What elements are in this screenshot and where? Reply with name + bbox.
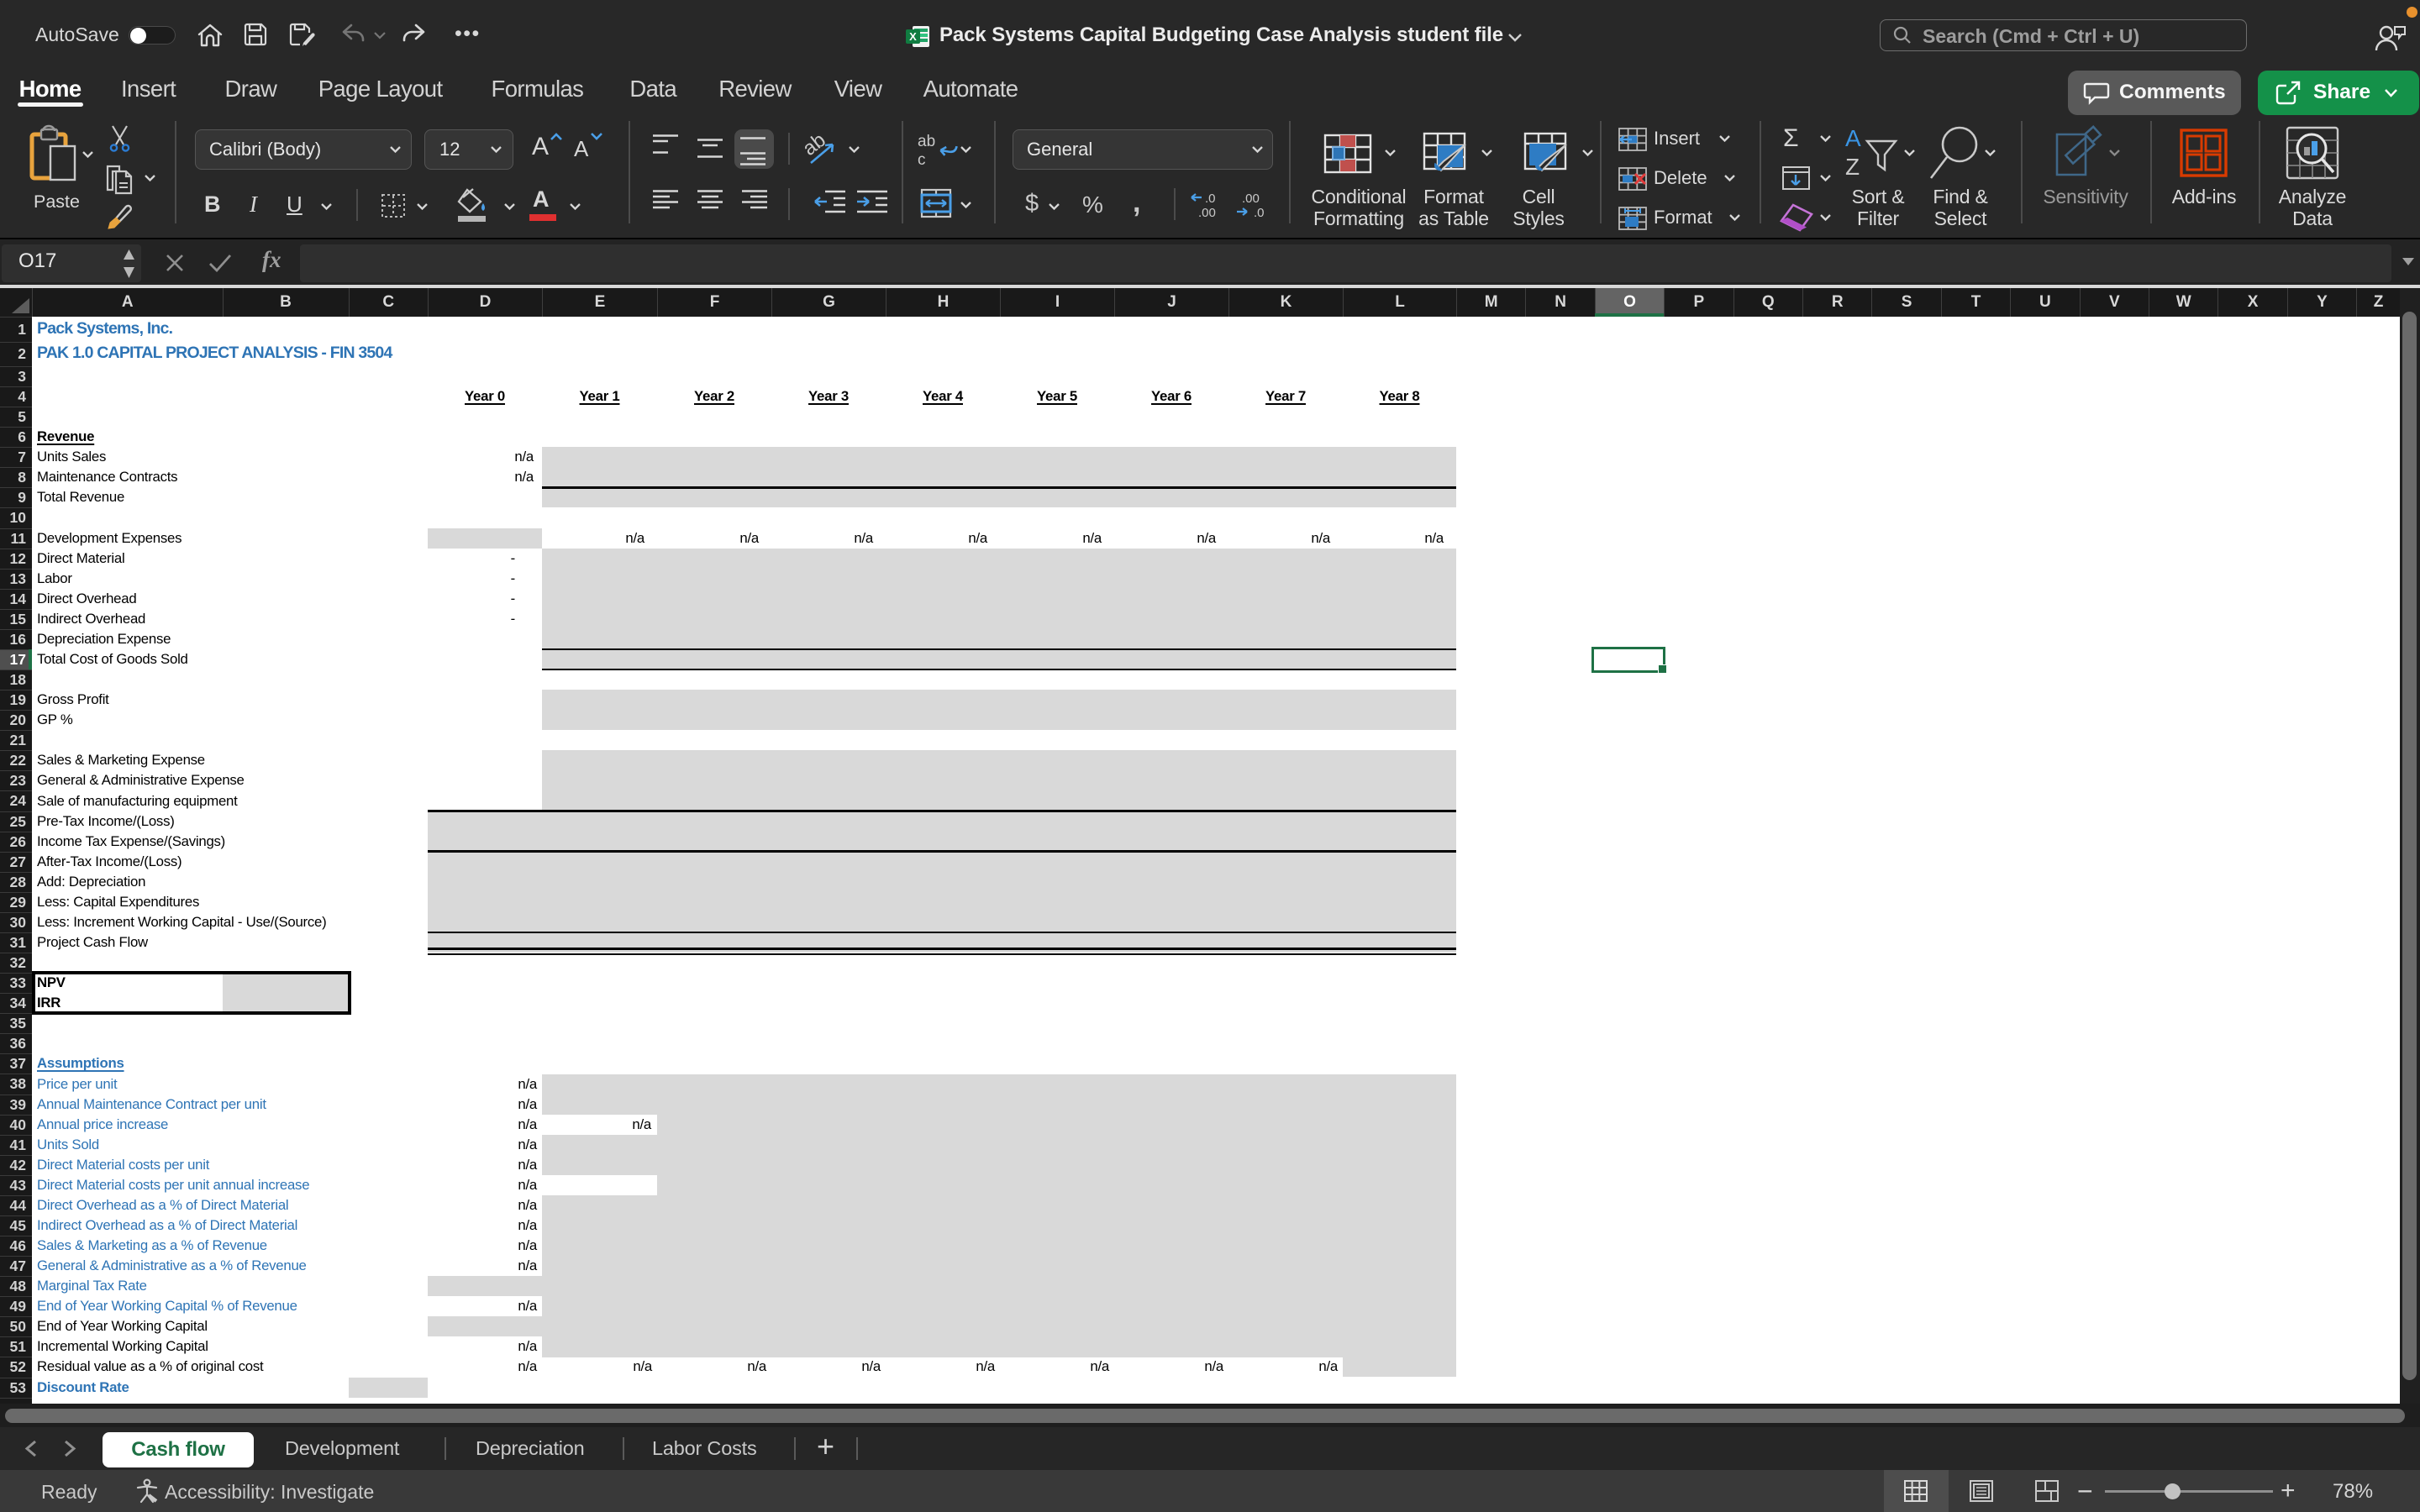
svg-text:.0: .0 <box>1205 192 1216 206</box>
svg-text:c: c <box>918 151 926 169</box>
svg-text:A: A <box>1845 125 1861 151</box>
svg-text:Z: Z <box>1845 154 1860 180</box>
svg-text:.00: .00 <box>1242 192 1260 206</box>
svg-text:X: X <box>909 30 917 43</box>
svg-text:.00: .00 <box>1198 206 1216 220</box>
svg-text:ab: ab <box>918 133 935 150</box>
svg-text:.0: .0 <box>1254 206 1265 220</box>
